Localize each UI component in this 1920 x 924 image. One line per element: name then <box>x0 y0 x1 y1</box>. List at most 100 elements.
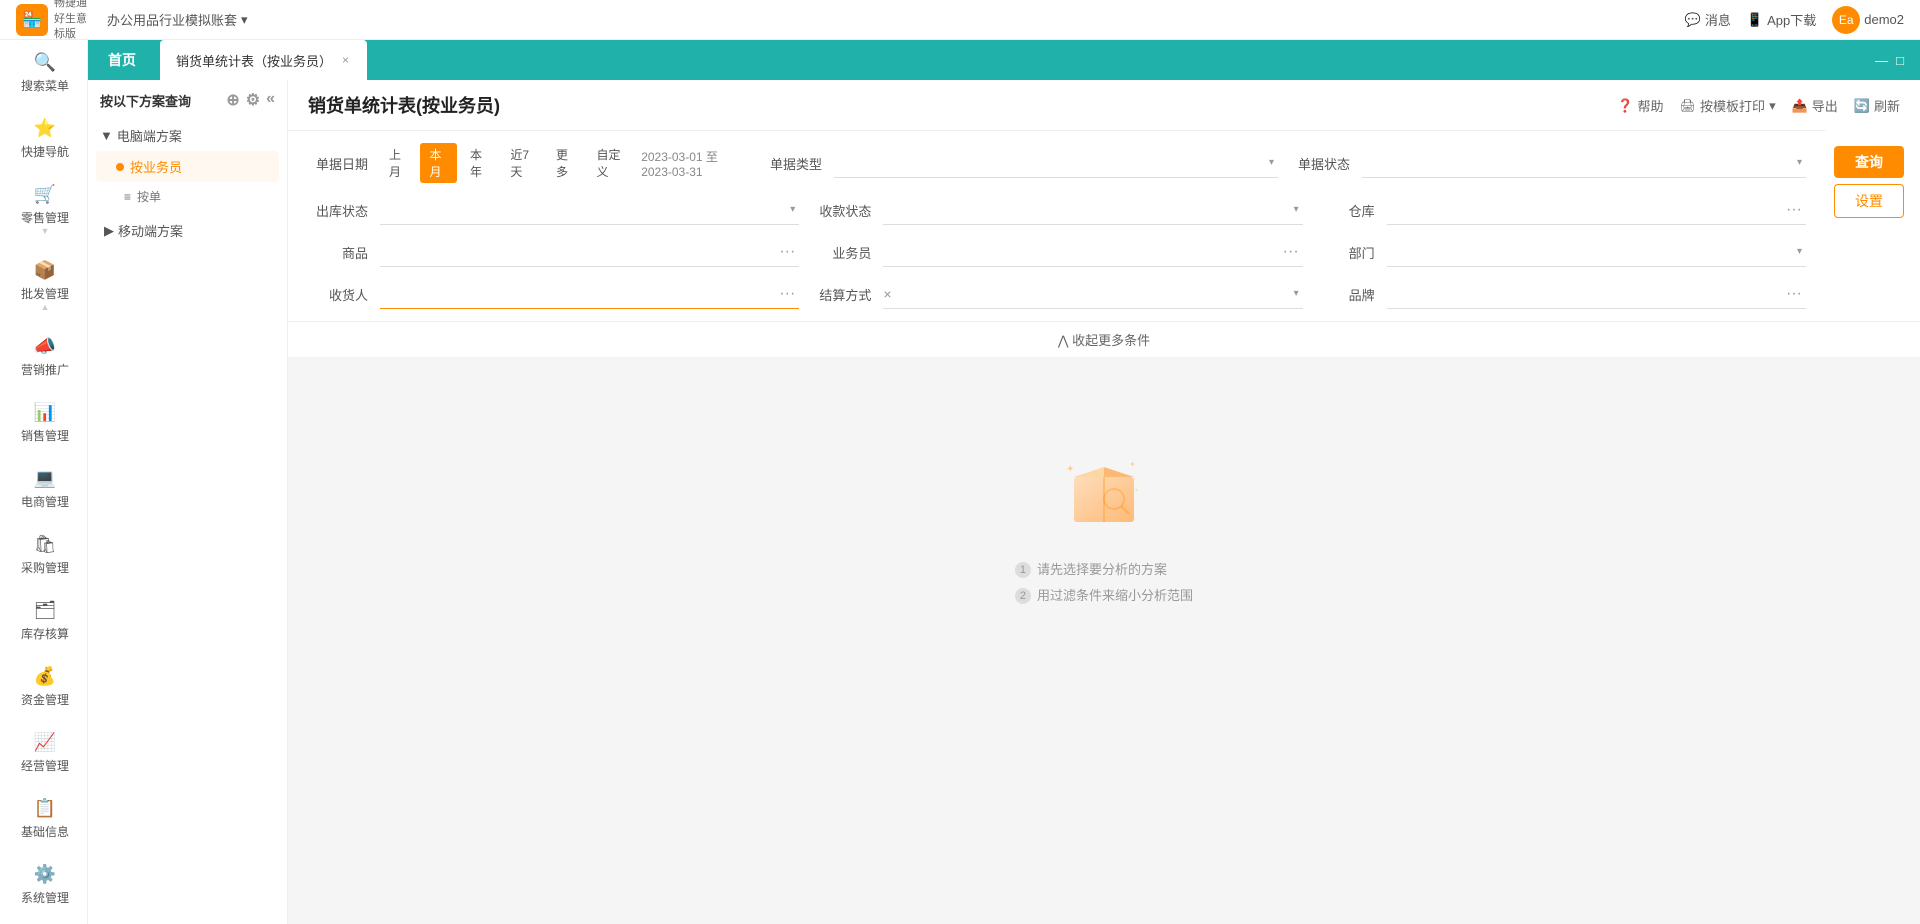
settings-scheme-button[interactable]: ⚙ <box>246 90 260 110</box>
brand-field[interactable]: ··· <box>1387 279 1806 309</box>
app-download-action[interactable]: 📱 App下载 <box>1747 10 1816 29</box>
quicknav-icon: ⭐ <box>34 118 56 139</box>
top-header: 🏪 畅捷通 好生意 标版 办公用品行业模拟账套 ▾ 💬 消息 📱 App下载 E… <box>0 0 1920 40</box>
tab-close-button[interactable]: × <box>340 51 351 69</box>
sidebar-label-quicknav: 快捷导航 <box>21 143 69 160</box>
tab-bar: 首页 销货单统计表（按业务员） × — □ <box>88 40 1920 80</box>
sidebar-item-retail[interactable]: 🛒 零售管理 ▼ <box>0 172 87 248</box>
date-btn-thismonth[interactable]: 本月 <box>420 143 456 183</box>
date-btn-custom[interactable]: 自定义 <box>587 143 633 183</box>
sidebar-item-inventory[interactable]: 🗂 库存核算 <box>0 588 87 654</box>
sidebar-item-ecommerce[interactable]: 💻 电商管理 <box>0 456 87 522</box>
sidebar-item-wholesale[interactable]: 📦 批发管理 ▲ <box>0 248 87 324</box>
scheme-sub-item-order-label: 按单 <box>137 188 161 205</box>
scheme-item-salesman-label: 按业务员 <box>130 157 182 176</box>
sidebar-label-purchase: 采购管理 <box>21 559 69 576</box>
salesman-label: 业务员 <box>811 243 871 262</box>
salesman-field[interactable]: ··· <box>883 237 1302 267</box>
sidebar-item-sales[interactable]: 📊 销售管理 <box>0 390 87 456</box>
receipt-status-label: 收款状态 <box>811 201 871 220</box>
scheme-group-desktop: ▼ 电脑端方案 按业务员 ≡ 按单 <box>88 120 287 211</box>
scheme-group-mobile-label: 移动端方案 <box>118 221 183 240</box>
refresh-label: 刷新 <box>1874 96 1900 115</box>
filter-section: 单据日期 上月 本月 本年 近7天 更多 自定义 2023-03-01 至 20… <box>288 130 1920 321</box>
export-icon: 📤 <box>1792 98 1808 114</box>
tab-home[interactable]: 首页 <box>88 40 156 80</box>
sidebar-item-marketing[interactable]: 📣 营销推广 <box>0 324 87 390</box>
header-right: 💬 消息 📱 App下载 Ea demo2 <box>1685 6 1904 34</box>
goods-label: 商品 <box>308 243 368 262</box>
consignee-field[interactable]: ··· <box>380 279 799 309</box>
maximize-icon[interactable]: □ <box>1896 53 1904 68</box>
ship-status-label: 出库状态 <box>308 201 368 220</box>
print-icon: 🖨 <box>1680 98 1697 114</box>
user-name: demo2 <box>1864 12 1904 27</box>
sidebar-item-finance[interactable]: 💰 资金管理 <box>0 654 87 720</box>
page-header-actions: ❓ 帮助 🖨 按模板打印 ▾ 📤 导出 🔄 <box>1617 92 1900 115</box>
settings-button[interactable]: 设置 <box>1834 184 1904 218</box>
export-button[interactable]: 📤 导出 <box>1792 96 1838 115</box>
message-icon: 💬 <box>1685 12 1701 28</box>
sidebar-item-system[interactable]: ⚙️ 系统管理 <box>0 852 87 918</box>
scheme-item-salesman[interactable]: 按业务员 <box>96 151 279 182</box>
warehouse-dots-icon: ··· <box>1786 201 1802 219</box>
date-range: 2023-03-01 至 2023-03-31 <box>641 148 750 179</box>
query-button[interactable]: 查询 <box>1834 146 1904 178</box>
sidebar-label-system: 系统管理 <box>21 889 69 906</box>
tab-sales-stats[interactable]: 销货单统计表（按业务员） × <box>160 40 367 80</box>
sidebar-label-finance: 资金管理 <box>21 691 69 708</box>
message-action[interactable]: 💬 消息 <box>1685 10 1731 29</box>
scheme-sub-item-order[interactable]: ≡ 按单 <box>96 182 279 211</box>
collapse-row[interactable]: ⋀ 收起更多条件 <box>288 321 1920 357</box>
tab-sales-stats-label: 销货单统计表（按业务员） <box>176 51 332 70</box>
sidebar-item-basic[interactable]: 📋 基础信息 <box>0 786 87 852</box>
sidebar-label-marketing: 营销推广 <box>21 361 69 378</box>
receipt-status-field[interactable]: ▾ <box>883 195 1302 225</box>
date-btn-thisyear[interactable]: 本年 <box>461 143 497 183</box>
avatar: Ea <box>1832 6 1860 34</box>
date-btn-7days[interactable]: 近7天 <box>501 143 543 183</box>
sidebar-item-quicknav[interactable]: ⭐ 快捷导航 <box>0 106 87 172</box>
refresh-button[interactable]: 🔄 刷新 <box>1854 96 1900 115</box>
consignee-dots-icon: ··· <box>779 285 795 303</box>
sidebar-item-cooperation[interactable]: 🤝 企业协同 <box>0 918 87 924</box>
print-button[interactable]: 🖨 按模板打印 ▾ <box>1680 96 1776 115</box>
date-btn-lastmonth[interactable]: 上月 <box>380 143 416 183</box>
docstatus-field[interactable]: ▾ <box>1362 148 1806 178</box>
sidebar-label-inventory: 库存核算 <box>21 625 69 642</box>
brand-label: 品牌 <box>1315 285 1375 304</box>
goods-field[interactable]: ··· <box>380 237 799 267</box>
warehouse-field[interactable]: ··· <box>1387 195 1806 225</box>
sidebar-item-operation[interactable]: 📈 经营管理 <box>0 720 87 786</box>
finance-icon: 💰 <box>34 666 56 687</box>
scheme-group-desktop-label: 电脑端方案 <box>117 126 182 145</box>
header-left: 🏪 畅捷通 好生意 标版 办公用品行业模拟账套 ▾ <box>16 0 256 43</box>
settlement-field[interactable]: × ▾ <box>883 279 1302 309</box>
sidebar-item-purchase[interactable]: 🛍 采购管理 <box>0 522 87 588</box>
app-name: 办公用品行业模拟账套 <box>107 10 237 29</box>
help-button[interactable]: ❓ 帮助 <box>1617 96 1663 115</box>
left-panel-header: 按以下方案查询 ⊕ ⚙ « <box>88 80 287 120</box>
page-header: 销货单统计表(按业务员) ❓ 帮助 🖨 按模板打印 ▾ 📤 <box>288 80 1920 130</box>
help-label: 帮助 <box>1638 96 1664 115</box>
settlement-clear-button[interactable]: × <box>883 286 891 302</box>
filter-row-1: 单据日期 上月 本月 本年 近7天 更多 自定义 2023-03-01 至 20… <box>288 130 1826 321</box>
sidebar-item-search[interactable]: 🔍 搜索菜单 <box>0 40 87 106</box>
dept-field[interactable]: ▾ <box>1387 237 1806 267</box>
date-btn-more[interactable]: 更多 <box>547 143 583 183</box>
svg-text:✦: ✦ <box>1134 487 1139 494</box>
doctype-field[interactable]: ▾ <box>834 148 1278 178</box>
app-selector[interactable]: 办公用品行业模拟账套 ▾ <box>99 6 256 33</box>
collapse-panel-button[interactable]: « <box>266 90 275 110</box>
ship-status-field[interactable]: ▾ <box>380 195 799 225</box>
docstatus-arrow-icon: ▾ <box>1797 157 1802 168</box>
tab-bar-actions: — □ <box>1859 53 1920 68</box>
dept-arrow-icon: ▾ <box>1797 246 1802 257</box>
doctype-arrow-icon: ▾ <box>1269 157 1274 168</box>
scheme-group-mobile-header[interactable]: ▶ 移动端方案 <box>96 215 279 246</box>
add-scheme-button[interactable]: ⊕ <box>226 90 239 110</box>
basic-icon: 📋 <box>34 798 56 819</box>
scheme-group-desktop-header[interactable]: ▼ 电脑端方案 <box>96 120 279 151</box>
user-area[interactable]: Ea demo2 <box>1832 6 1904 34</box>
minimize-icon[interactable]: — <box>1875 53 1888 68</box>
